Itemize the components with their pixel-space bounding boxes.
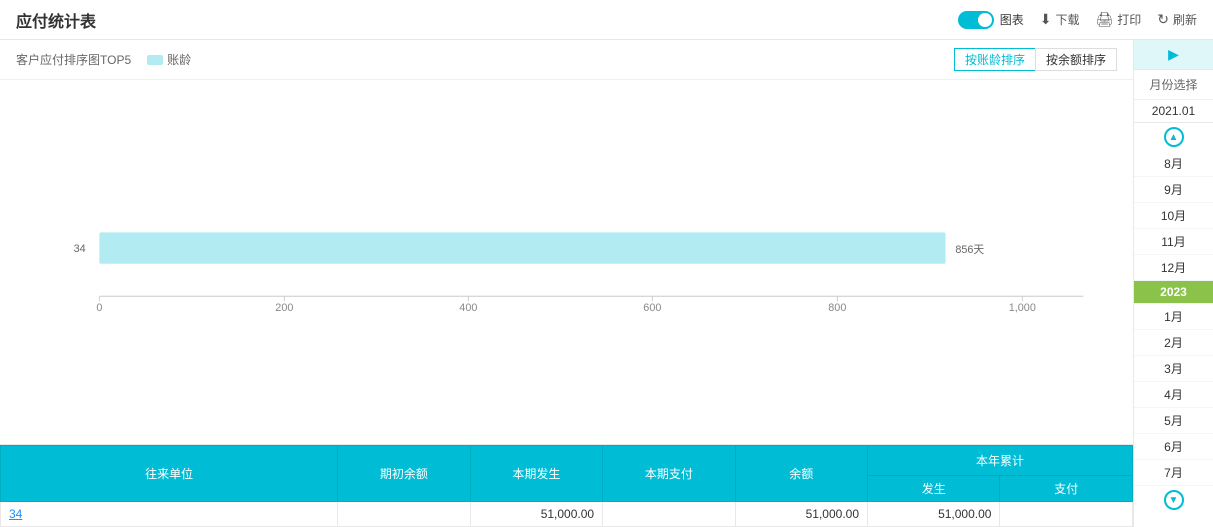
toggle-label: 图表 [1000, 11, 1024, 28]
col-header-ytd-occur: 发生 [868, 476, 1000, 502]
sidebar-months: 8月9月10月11月12月20231月2月3月4月5月6月7月 [1134, 151, 1213, 486]
sort-buttons: 按账龄排序 按余额排序 [954, 48, 1117, 71]
cell-ytd-occur: 51,000.00 [868, 502, 1000, 527]
scroll-down-button[interactable]: ▼ [1134, 486, 1213, 514]
download-button[interactable]: ⬇ 下载 [1040, 11, 1080, 28]
page-container: 应付统计表 图表 ⬇ 下载 🖨 打印 ↻ 刷新 [0, 0, 1213, 527]
page-title: 应付统计表 [16, 8, 96, 32]
chart-body: 34 856天 0 200 400 600 800 1,000 [0, 80, 1133, 444]
print-button[interactable]: 🖨 打印 [1095, 11, 1141, 28]
chart-toggle[interactable] [958, 11, 994, 29]
chart-panel: 客户应付排序图TOP5 账龄 按账龄排序 按余额排序 34 [0, 40, 1133, 527]
data-table: 往来单位 期初余额 本期发生 本期支付 余额 本年累计 发生 支付 [0, 445, 1133, 527]
x-label-1000: 1,000 [1009, 302, 1036, 314]
sidebar-year-input[interactable]: 2021.01 [1134, 100, 1213, 123]
legend-item: 账龄 [147, 51, 191, 68]
chart-controls: 客户应付排序图TOP5 账龄 按账龄排序 按余额排序 [0, 40, 1133, 80]
sidebar-month-item[interactable]: 8月 [1134, 151, 1213, 177]
x-label-200: 200 [275, 302, 293, 314]
cell-current-occur: 51,000.00 [470, 502, 602, 527]
cell-origin[interactable]: 34 [1, 502, 338, 527]
cell-opening [338, 502, 470, 527]
print-icon: 🖨 [1095, 11, 1113, 28]
col-header-ytd-pay: 支付 [1000, 476, 1133, 502]
chart-legend: 客户应付排序图TOP5 账龄 [16, 51, 191, 68]
table-area: 往来单位 期初余额 本期发生 本期支付 余额 本年累计 发生 支付 [0, 444, 1133, 527]
y-axis-label: 34 [74, 243, 86, 255]
cell-ytd-pay [1000, 502, 1133, 527]
sort-by-balance-button[interactable]: 按账龄排序 [954, 48, 1035, 71]
sort-by-amount-button[interactable]: 按余额排序 [1035, 48, 1117, 71]
scroll-down-icon: ▼ [1164, 490, 1184, 510]
legend-title: 客户应付排序图TOP5 [16, 51, 131, 68]
col-header-ytd: 本年累计 [868, 446, 1133, 476]
chart-svg: 34 856天 0 200 400 600 800 1,000 [60, 152, 1103, 352]
legend-label: 账龄 [167, 51, 191, 68]
col-header-current-pay: 本期支付 [603, 446, 735, 502]
sidebar-month-item[interactable]: 3月 [1134, 356, 1213, 382]
sidebar-month-item[interactable]: 9月 [1134, 177, 1213, 203]
sidebar-collapse-button[interactable]: ▶ [1134, 40, 1213, 70]
sidebar-title: 月份选择 [1134, 70, 1213, 100]
chart-toggle-wrap: 图表 [958, 11, 1024, 29]
main-content: 客户应付排序图TOP5 账龄 按账龄排序 按余额排序 34 [0, 40, 1213, 527]
x-label-800: 800 [828, 302, 846, 314]
sidebar-month-item[interactable]: 6月 [1134, 434, 1213, 460]
x-label-600: 600 [643, 302, 661, 314]
header: 应付统计表 图表 ⬇ 下载 🖨 打印 ↻ 刷新 [0, 0, 1213, 40]
bar-end-label: 856天 [955, 244, 984, 256]
refresh-button[interactable]: ↻ 刷新 [1157, 11, 1197, 28]
download-icon: ⬇ [1040, 11, 1052, 28]
sidebar: ▶ 月份选择 2021.01 ▲ 8月9月10月11月12月20231月2月3月… [1133, 40, 1213, 527]
sidebar-month-item[interactable]: 12月 [1134, 255, 1213, 281]
x-label-0: 0 [96, 302, 102, 314]
header-actions: 图表 ⬇ 下载 🖨 打印 ↻ 刷新 [958, 11, 1197, 29]
col-header-balance: 余额 [735, 446, 867, 502]
sidebar-month-item[interactable]: 2月 [1134, 330, 1213, 356]
sidebar-month-item[interactable]: 5月 [1134, 408, 1213, 434]
collapse-icon: ▶ [1168, 46, 1179, 63]
table-wrapper: 往来单位 期初余额 本期发生 本期支付 余额 本年累计 发生 支付 [0, 445, 1133, 527]
x-label-400: 400 [459, 302, 477, 314]
col-header-opening: 期初余额 [338, 446, 470, 502]
sidebar-month-item[interactable]: 11月 [1134, 229, 1213, 255]
cell-balance: 51,000.00 [735, 502, 867, 527]
sidebar-month-item[interactable]: 4月 [1134, 382, 1213, 408]
sidebar-month-item[interactable]: 1月 [1134, 304, 1213, 330]
cell-current-pay [603, 502, 735, 527]
year-marker: 2023 [1134, 281, 1213, 304]
sidebar-month-item[interactable]: 10月 [1134, 203, 1213, 229]
table-row: 34 51,000.00 51,000.00 51,000.00 [1, 502, 1133, 527]
col-header-current-occur: 本期发生 [470, 446, 602, 502]
scroll-up-button[interactable]: ▲ [1134, 123, 1213, 151]
chart-bar [99, 232, 945, 263]
refresh-icon: ↻ [1157, 11, 1169, 28]
legend-color-box [147, 55, 163, 65]
scroll-up-icon: ▲ [1164, 127, 1184, 147]
sidebar-month-item[interactable]: 7月 [1134, 460, 1213, 486]
col-header-origin: 往来单位 [1, 446, 338, 502]
